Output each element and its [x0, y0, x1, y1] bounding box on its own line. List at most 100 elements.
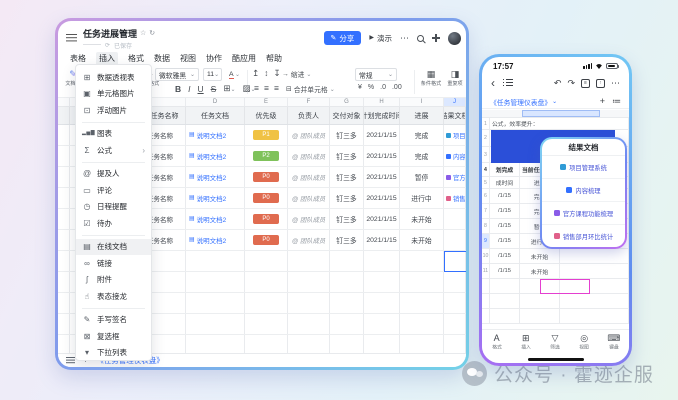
- menu-help[interactable]: 帮助: [266, 53, 282, 64]
- result-doc-link[interactable]: 内容梳理: [542, 179, 625, 202]
- menu-item-attachment[interactable]: ʃ 附件: [76, 272, 151, 289]
- header-cell[interactable]: 优先级: [245, 107, 288, 124]
- sheet-list-icon[interactable]: ≔: [612, 97, 621, 106]
- result-doc-link[interactable]: [444, 209, 466, 229]
- menu-coolapp[interactable]: 酷应用: [232, 53, 256, 64]
- font-select[interactable]: 微软雅黑 ⌄: [155, 68, 199, 81]
- header-cell[interactable]: 负责人: [288, 107, 330, 124]
- underline-button[interactable]: U: [198, 85, 204, 94]
- col-letter[interactable]: E: [245, 98, 288, 106]
- sheet-list-icon[interactable]: [66, 357, 75, 364]
- menu-item-mention[interactable]: @ 提及人: [76, 166, 151, 183]
- menu-data[interactable]: 数据: [154, 53, 170, 64]
- align-middle-icon[interactable]: ↕: [264, 69, 268, 78]
- phone-selected-cell[interactable]: [540, 279, 590, 294]
- phone-row[interactable]: 1 公式，效率提升：: [482, 118, 629, 130]
- menu-item-reaction[interactable]: ☝ 表态接龙: [76, 288, 151, 305]
- result-doc-link[interactable]: 内容梳理: [444, 146, 466, 166]
- search-icon[interactable]: [417, 34, 424, 42]
- more-icon[interactable]: ⋯: [611, 78, 620, 88]
- menu-item-comment[interactable]: ▭ 评论: [76, 182, 151, 199]
- font-color-button[interactable]: A ⌄: [226, 68, 243, 81]
- back-icon[interactable]: ‹: [491, 77, 495, 89]
- header-cell[interactable]: 结果文档: [444, 107, 466, 124]
- filter-button[interactable]: ▽ 筛选: [549, 333, 561, 352]
- align-bottom-icon[interactable]: ↧: [273, 69, 280, 78]
- app-menu-icon[interactable]: [66, 33, 77, 43]
- task-doc-link[interactable]: ▤ 说明文档2: [186, 167, 245, 187]
- task-doc-link[interactable]: ▤ 说明文档2: [186, 230, 245, 250]
- more-button[interactable]: ⋯: [400, 33, 409, 43]
- result-doc-link[interactable]: [444, 230, 466, 250]
- header-cell[interactable]: 交付对象: [330, 107, 364, 124]
- align-center-icon[interactable]: ≡: [264, 84, 269, 93]
- task-doc-link[interactable]: ▤ 说明文档2: [186, 188, 245, 208]
- menu-item-dropdown-list[interactable]: ▾ 下拉列表: [76, 345, 151, 361]
- header-cell[interactable]: 任务文档: [186, 107, 245, 124]
- present-button[interactable]: ▶ 演示: [369, 33, 392, 44]
- increase-decimal-button[interactable]: .00: [392, 84, 402, 91]
- conditional-format-button[interactable]: ▦ 条件格式: [418, 69, 444, 88]
- result-doc-link[interactable]: 销售部月环比统计: [444, 188, 466, 208]
- menu-format[interactable]: 格式: [128, 53, 144, 64]
- keyboard-button[interactable]: ⌨ 键盘: [607, 333, 620, 352]
- menu-item-cell-image[interactable]: ▣ 单元格图片: [76, 86, 151, 103]
- menu-item-link[interactable]: ∞ 链接: [76, 255, 151, 272]
- result-doc-link[interactable]: 官方课程功能梳理: [542, 202, 625, 225]
- add-sheet-icon[interactable]: +: [600, 97, 605, 106]
- col-letter-selected[interactable]: J: [444, 98, 466, 106]
- menu-item-signature[interactable]: ✎ 手写签名: [76, 312, 151, 329]
- currency-button[interactable]: ¥: [358, 84, 362, 91]
- selected-cell[interactable]: [444, 251, 466, 272]
- result-doc-link[interactable]: 项目管理系统: [444, 125, 466, 145]
- merge-cells-button[interactable]: ⊟ 合并单元格 ⌄: [286, 84, 335, 94]
- borders-button[interactable]: ⊞⌄: [223, 84, 235, 95]
- history-icon[interactable]: ↻: [149, 30, 155, 37]
- menu-item-chart[interactable]: ▂▅▇ 图表: [76, 126, 151, 143]
- result-doc-link[interactable]: 官方课程功能梳理: [444, 167, 466, 187]
- share-icon[interactable]: ↑: [596, 78, 605, 88]
- phone-row[interactable]: 11 /1/15 未开始: [482, 264, 629, 279]
- col-letter[interactable]: D: [186, 98, 245, 106]
- undo-icon[interactable]: ↶: [554, 78, 562, 88]
- align-left-icon[interactable]: ≡: [254, 84, 259, 93]
- share-button[interactable]: ✎ 分享: [323, 31, 362, 45]
- menu-item-online-doc[interactable]: ▤ 在线文档: [76, 238, 151, 255]
- menu-collab[interactable]: 协作: [206, 53, 222, 64]
- phone-empty-row[interactable]: [482, 294, 629, 309]
- align-top-icon[interactable]: ↥: [252, 69, 259, 78]
- result-doc-link[interactable]: 销售部月环比统计: [542, 225, 625, 247]
- add-icon[interactable]: [432, 34, 440, 42]
- align-right-icon[interactable]: ≡: [274, 84, 279, 93]
- filter-button[interactable]: ▽ 筛选: [460, 69, 466, 88]
- task-doc-link[interactable]: ▤ 说明文档2: [186, 209, 245, 229]
- menu-item-pivot-table[interactable]: ⊞ 数据透视表: [76, 69, 151, 86]
- percent-button[interactable]: %: [368, 84, 374, 91]
- task-doc-link[interactable]: ▤ 说明文档2: [186, 125, 245, 145]
- corner-cell[interactable]: [58, 98, 70, 106]
- phone-sheet-tab[interactable]: 《任务管理仪表盘》: [490, 97, 551, 107]
- format-button[interactable]: A 格式: [491, 333, 503, 352]
- header-cell[interactable]: 计划完成时间: [364, 107, 400, 124]
- avatar[interactable]: [448, 31, 461, 45]
- decrease-decimal-button[interactable]: .0: [380, 84, 386, 91]
- header-cell[interactable]: 进展: [400, 107, 444, 124]
- col-letter[interactable]: I: [400, 98, 444, 106]
- insert-button[interactable]: ⊞ 插入: [520, 333, 532, 352]
- star-icon[interactable]: ☆: [140, 30, 146, 37]
- phone-row[interactable]: 10 /1/15 未开始: [482, 249, 629, 264]
- number-format-select[interactable]: 常规 ⌄: [355, 68, 397, 81]
- phone-empty-row[interactable]: [482, 309, 629, 324]
- view-button[interactable]: ◎ 视图: [578, 333, 590, 352]
- menu-table[interactable]: 表格: [70, 53, 86, 64]
- task-doc-link[interactable]: ▤ 说明文档2: [186, 146, 245, 166]
- menu-item-formula[interactable]: Σ 公式 ›: [76, 142, 151, 159]
- bold-button[interactable]: B: [175, 85, 181, 94]
- menu-item-todo[interactable]: ☑ 待办: [76, 215, 151, 232]
- indent-control[interactable]: → 缩进 ⌄: [282, 69, 311, 80]
- redo-icon[interactable]: ↷: [567, 78, 575, 88]
- col-letter[interactable]: H: [364, 98, 400, 106]
- outline-icon[interactable]: [503, 79, 513, 87]
- col-letter[interactable]: F: [288, 98, 330, 106]
- find-in-doc-icon[interactable]: ≡: [581, 78, 590, 88]
